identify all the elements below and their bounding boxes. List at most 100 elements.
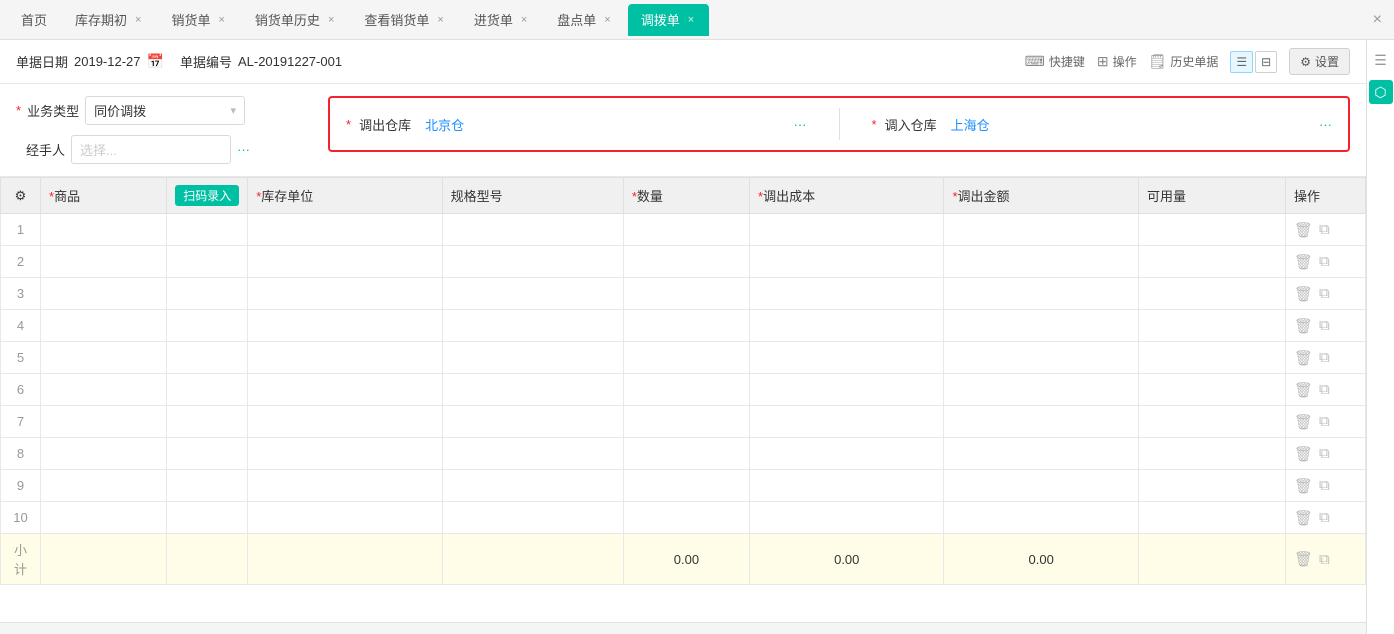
cell-spec-3[interactable]	[442, 278, 623, 310]
cell-qty-2[interactable]	[623, 246, 749, 278]
history-btn[interactable]: 🗒 历史单据	[1149, 53, 1219, 70]
cell-goods-6[interactable]	[41, 374, 167, 406]
cell-qty-3[interactable]	[623, 278, 749, 310]
cell-cost-6[interactable]	[750, 374, 944, 406]
cell-unit-5[interactable]	[248, 342, 442, 374]
copy-icon-7[interactable]: ⧉	[1319, 413, 1330, 430]
cell-amount-4[interactable]	[944, 310, 1138, 342]
cell-unit-4[interactable]	[248, 310, 442, 342]
cell-cost-2[interactable]	[750, 246, 944, 278]
delete-icon-1[interactable]: 🗑	[1294, 221, 1313, 239]
cell-spec-4[interactable]	[442, 310, 623, 342]
delete-icon-7[interactable]: 🗑	[1294, 413, 1313, 431]
tab-stocktake[interactable]: 盘点单 ×	[544, 4, 625, 36]
tab-sales-history-close[interactable]: ×	[326, 13, 336, 27]
cell-unit-1[interactable]	[248, 214, 442, 246]
settings-button[interactable]: ⚙ 设置	[1289, 48, 1350, 75]
cell-goods-3[interactable]	[41, 278, 167, 310]
calendar-icon[interactable]: 📅	[147, 53, 164, 70]
delete-icon-2[interactable]: 🗑	[1294, 253, 1313, 271]
copy-icon-10[interactable]: ⧉	[1319, 509, 1330, 526]
cell-unit-6[interactable]	[248, 374, 442, 406]
cell-unit-2[interactable]	[248, 246, 442, 278]
cell-goods-9[interactable]	[41, 470, 167, 502]
tab-transfer-close[interactable]: ×	[686, 13, 696, 27]
subtotal-delete-icon[interactable]: 🗑	[1294, 550, 1313, 568]
cell-cost-3[interactable]	[750, 278, 944, 310]
cell-goods-2[interactable]	[41, 246, 167, 278]
cell-spec-9[interactable]	[442, 470, 623, 502]
copy-icon-2[interactable]: ⧉	[1319, 253, 1330, 270]
copy-icon-9[interactable]: ⧉	[1319, 477, 1330, 494]
cell-qty-6[interactable]	[623, 374, 749, 406]
cell-unit-8[interactable]	[248, 438, 442, 470]
tab-transfer[interactable]: 调拨单 ×	[628, 4, 709, 36]
copy-icon-1[interactable]: ⧉	[1319, 221, 1330, 238]
cell-qty-8[interactable]	[623, 438, 749, 470]
cell-spec-5[interactable]	[442, 342, 623, 374]
cell-qty-5[interactable]	[623, 342, 749, 374]
cell-amount-5[interactable]	[944, 342, 1138, 374]
cell-qty-9[interactable]	[623, 470, 749, 502]
grid-view-icon[interactable]: ⊟	[1255, 51, 1277, 73]
cell-cost-1[interactable]	[750, 214, 944, 246]
cell-spec-7[interactable]	[442, 406, 623, 438]
delete-icon-3[interactable]: 🗑	[1294, 285, 1313, 303]
in-warehouse-more-btn[interactable]: ···	[1319, 117, 1332, 132]
out-warehouse-more-btn[interactable]: ···	[794, 117, 807, 132]
cell-cost-5[interactable]	[750, 342, 944, 374]
delete-icon-6[interactable]: 🗑	[1294, 381, 1313, 399]
cell-spec-1[interactable]	[442, 214, 623, 246]
tab-inventory-init-close[interactable]: ×	[133, 13, 143, 27]
cell-amount-1[interactable]	[944, 214, 1138, 246]
shortcut-btn[interactable]: ⌨ 快捷键	[1025, 53, 1085, 70]
biz-type-select[interactable]: 同价调拨 ▾	[85, 96, 245, 125]
delete-icon-8[interactable]: 🗑	[1294, 445, 1313, 463]
handler-more-btn[interactable]: ···	[237, 142, 250, 157]
tab-stocktake-close[interactable]: ×	[602, 13, 612, 27]
col-settings[interactable]: ⚙	[1, 178, 41, 214]
cell-cost-10[interactable]	[750, 502, 944, 534]
close-all-tabs[interactable]: ×	[1369, 7, 1386, 33]
sidebar-list-icon[interactable]: ☰	[1369, 48, 1393, 72]
tab-view-sales-close[interactable]: ×	[435, 13, 445, 27]
scan-btn[interactable]: 扫码录入	[175, 185, 239, 206]
cell-spec-2[interactable]	[442, 246, 623, 278]
cell-amount-10[interactable]	[944, 502, 1138, 534]
handler-select[interactable]: 选择...	[71, 135, 231, 164]
cell-goods-8[interactable]	[41, 438, 167, 470]
sidebar-expand-icon[interactable]: ⬡	[1369, 80, 1393, 104]
delete-icon-5[interactable]: 🗑	[1294, 349, 1313, 367]
cell-amount-9[interactable]	[944, 470, 1138, 502]
cell-amount-7[interactable]	[944, 406, 1138, 438]
cell-qty-1[interactable]	[623, 214, 749, 246]
cell-qty-7[interactable]	[623, 406, 749, 438]
tab-purchase-order[interactable]: 进货单 ×	[461, 4, 542, 36]
tab-sales-history[interactable]: 销货单历史 ×	[242, 4, 349, 36]
operation-btn[interactable]: ⊞ 操作	[1097, 53, 1137, 70]
cell-spec-10[interactable]	[442, 502, 623, 534]
tab-purchase-order-close[interactable]: ×	[519, 13, 529, 27]
delete-icon-10[interactable]: 🗑	[1294, 509, 1313, 527]
tab-sales-order-close[interactable]: ×	[216, 13, 226, 27]
cell-spec-6[interactable]	[442, 374, 623, 406]
copy-icon-5[interactable]: ⧉	[1319, 349, 1330, 366]
cell-amount-3[interactable]	[944, 278, 1138, 310]
cell-amount-6[interactable]	[944, 374, 1138, 406]
list-view-icon[interactable]: ☰	[1230, 51, 1253, 73]
delete-icon-9[interactable]: 🗑	[1294, 477, 1313, 495]
cell-unit-7[interactable]	[248, 406, 442, 438]
cell-amount-8[interactable]	[944, 438, 1138, 470]
copy-icon-3[interactable]: ⧉	[1319, 285, 1330, 302]
tab-view-sales[interactable]: 查看销货单 ×	[351, 4, 458, 36]
cell-qty-10[interactable]	[623, 502, 749, 534]
cell-cost-9[interactable]	[750, 470, 944, 502]
cell-unit-3[interactable]	[248, 278, 442, 310]
cell-unit-10[interactable]	[248, 502, 442, 534]
copy-icon-4[interactable]: ⧉	[1319, 317, 1330, 334]
tab-home[interactable]: 首页	[8, 4, 60, 36]
copy-icon-8[interactable]: ⧉	[1319, 445, 1330, 462]
cell-cost-7[interactable]	[750, 406, 944, 438]
cell-goods-7[interactable]	[41, 406, 167, 438]
cell-goods-5[interactable]	[41, 342, 167, 374]
